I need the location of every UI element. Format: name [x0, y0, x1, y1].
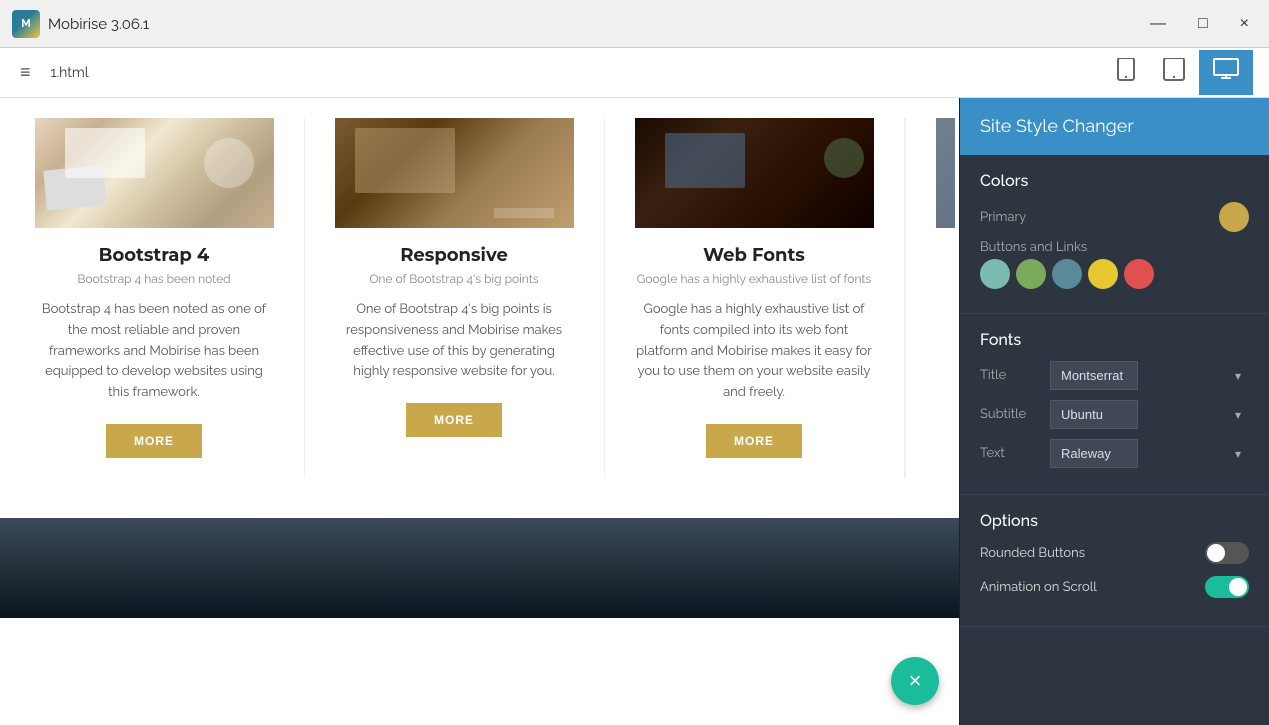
card-title-responsive: Responsive — [335, 244, 574, 266]
text-font-select-wrapper: Raleway Montserrat Ubuntu Roboto Open Sa… — [1050, 439, 1249, 468]
sidebar-header: Site Style Changer — [960, 98, 1269, 155]
card-subtitle-responsive: One of Bootstrap 4's big points — [335, 272, 574, 286]
sidebar-title: Site Style Changer — [980, 116, 1134, 137]
subtitle-font-select-wrapper: Ubuntu Montserrat Raleway Roboto Open Sa… — [1050, 400, 1249, 429]
mobile-view-button[interactable] — [1103, 50, 1149, 95]
colors-section: Colors Primary Buttons and Links — [960, 155, 1269, 314]
animation-scroll-label: Animation on Scroll — [980, 580, 1205, 595]
fonts-section-title: Fonts — [980, 330, 1249, 349]
text-font-row: Text Raleway Montserrat Ubuntu Roboto Op… — [980, 439, 1249, 468]
color-swatch-green[interactable] — [1016, 259, 1046, 289]
card-webfonts: Web Fonts Google has a highly exhaustive… — [605, 118, 905, 478]
card-more-button-webfonts[interactable]: MORE — [706, 424, 802, 458]
card-image-bootstrap4 — [35, 118, 274, 228]
fab-close-button[interactable]: × — [891, 657, 939, 705]
card-responsive: Responsive One of Bootstrap 4's big poin… — [305, 118, 605, 478]
animation-scroll-toggle[interactable] — [1205, 576, 1249, 598]
toolbar: ≡ 1.html — [0, 48, 1269, 98]
card-image-partial — [936, 118, 955, 228]
rounded-buttons-row: Rounded Buttons — [980, 542, 1249, 564]
app-icon: M — [12, 10, 40, 38]
sidebar-panel: Site Style Changer Colors Primary Button… — [959, 98, 1269, 725]
card-text-webfonts: Google has a highly exhaustive list of f… — [635, 300, 874, 404]
fab-icon: × — [909, 668, 922, 694]
canvas: Bootstrap 4 Bootstrap 4 has been noted B… — [0, 98, 959, 725]
card-subtitle-webfonts: Google has a highly exhaustive list of f… — [635, 272, 874, 286]
text-font-label: Text — [980, 446, 1040, 461]
card-text-responsive: One of Bootstrap 4's big points is respo… — [335, 300, 574, 383]
color-swatch-blue[interactable] — [1052, 259, 1082, 289]
card-title-bootstrap4: Bootstrap 4 — [35, 244, 274, 266]
primary-color-row: Primary — [980, 202, 1249, 232]
title-font-select-wrapper: Montserrat Ubuntu Raleway Roboto Open Sa… — [1050, 361, 1249, 390]
card-image-responsive — [335, 118, 574, 228]
file-name-label: 1.html — [51, 65, 1103, 81]
card-more-button-bootstrap4[interactable]: MORE — [106, 424, 202, 458]
rounded-buttons-label: Rounded Buttons — [980, 546, 1205, 561]
title-font-row: Title Montserrat Ubuntu Raleway Roboto O… — [980, 361, 1249, 390]
card-more-button-responsive[interactable]: MORE — [406, 403, 502, 437]
card-text-bootstrap4: Bootstrap 4 has been noted as one of the… — [35, 300, 274, 404]
title-bar-left: M Mobirise 3.06.1 — [12, 10, 149, 38]
window-controls: — □ × — [1142, 11, 1257, 37]
buttons-links-label: Buttons and Links — [980, 240, 1087, 255]
main-area: Bootstrap 4 Bootstrap 4 has been noted B… — [0, 98, 1269, 725]
view-switcher — [1103, 50, 1253, 95]
color-swatch-red[interactable] — [1124, 259, 1154, 289]
color-swatches — [980, 259, 1154, 289]
title-bar: M Mobirise 3.06.1 — □ × — [0, 0, 1269, 48]
fonts-section: Fonts Title Montserrat Ubuntu Raleway Ro… — [960, 314, 1269, 495]
card-image-webfonts — [635, 118, 874, 228]
title-font-select[interactable]: Montserrat Ubuntu Raleway Roboto Open Sa… — [1050, 361, 1138, 390]
title-font-label: Title — [980, 368, 1040, 383]
app-title: Mobirise 3.06.1 — [48, 15, 149, 33]
desktop-view-button[interactable] — [1199, 50, 1253, 95]
text-font-select[interactable]: Raleway Montserrat Ubuntu Roboto Open Sa… — [1050, 439, 1138, 468]
subtitle-font-label: Subtitle — [980, 407, 1040, 422]
minimize-button[interactable]: — — [1142, 11, 1174, 37]
primary-color-swatch[interactable] — [1219, 202, 1249, 232]
animation-scroll-row: Animation on Scroll — [980, 576, 1249, 598]
rounded-buttons-toggle[interactable] — [1205, 542, 1249, 564]
options-section: Options Rounded Buttons Animation on Scr… — [960, 495, 1269, 627]
color-swatch-yellow[interactable] — [1088, 259, 1118, 289]
options-section-title: Options — [980, 511, 1249, 530]
subtitle-font-select[interactable]: Ubuntu Montserrat Raleway Roboto Open Sa… — [1050, 400, 1138, 429]
card-partial — [905, 118, 955, 478]
card-title-webfonts: Web Fonts — [635, 244, 874, 266]
tablet-view-button[interactable] — [1149, 50, 1199, 95]
maximize-button[interactable]: □ — [1190, 11, 1216, 37]
card-bootstrap4: Bootstrap 4 Bootstrap 4 has been noted B… — [5, 118, 305, 478]
color-swatch-teal[interactable] — [980, 259, 1010, 289]
colors-section-title: Colors — [980, 171, 1249, 190]
primary-color-label: Primary — [980, 210, 1219, 225]
bottom-background — [0, 518, 959, 618]
cards-section: Bootstrap 4 Bootstrap 4 has been noted B… — [0, 98, 959, 518]
hamburger-menu-button[interactable]: ≡ — [16, 58, 35, 87]
card-subtitle-bootstrap4: Bootstrap 4 has been noted — [35, 272, 274, 286]
subtitle-font-row: Subtitle Ubuntu Montserrat Raleway Robot… — [980, 400, 1249, 429]
close-button[interactable]: × — [1232, 11, 1257, 37]
buttons-links-color-row: Buttons and Links — [980, 240, 1249, 289]
